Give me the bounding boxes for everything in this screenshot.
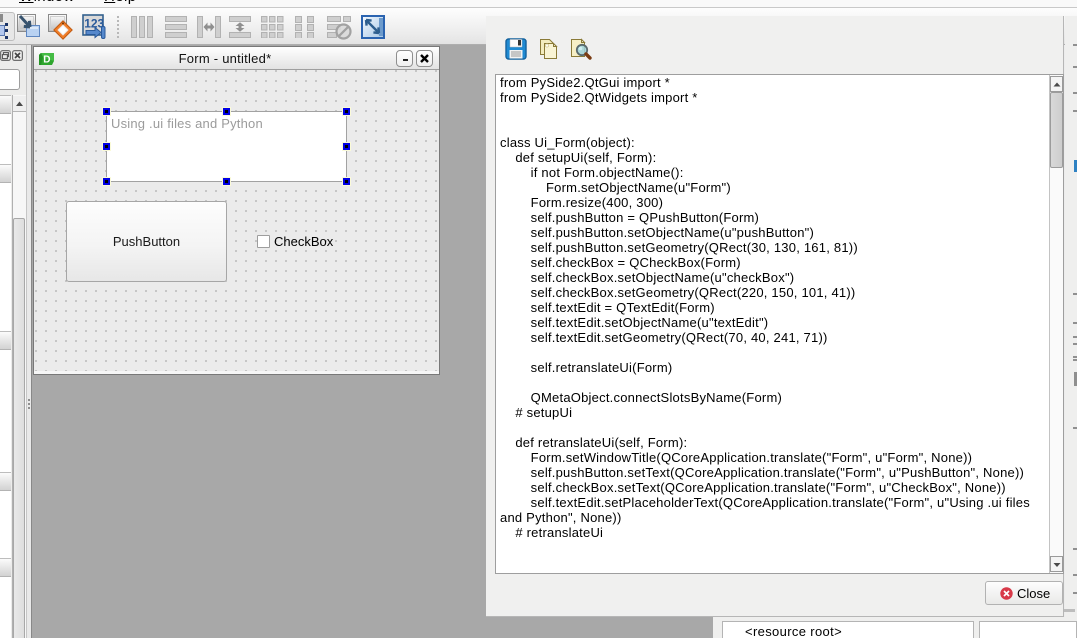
svg-text:D: D: [43, 55, 50, 66]
